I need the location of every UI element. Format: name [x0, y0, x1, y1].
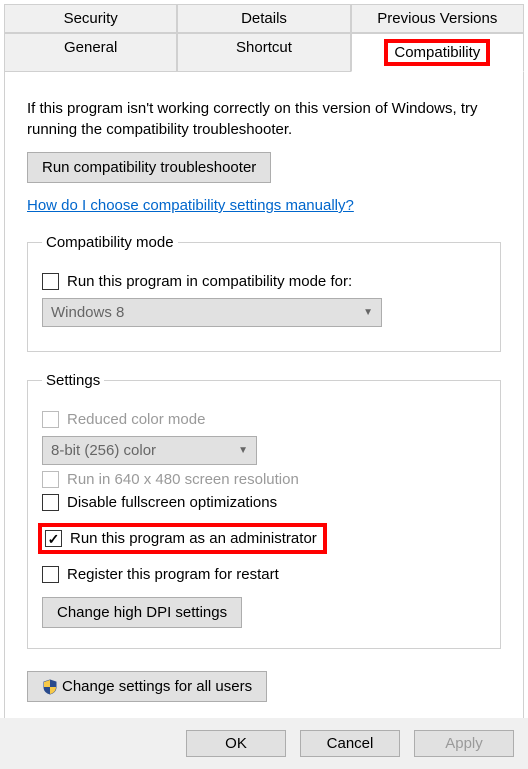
checkbox-run-as-admin[interactable] — [45, 530, 62, 547]
chevron-down-icon: ▼ — [238, 445, 248, 456]
shield-icon — [42, 679, 58, 695]
label-compat-mode: Run this program in compatibility mode f… — [67, 273, 352, 290]
tab-security[interactable]: Security — [4, 4, 177, 33]
tab-compatibility-highlight: Compatibility — [384, 39, 490, 66]
group-compatibility-mode: Compatibility mode Run this program in c… — [27, 234, 501, 352]
group-settings: Settings Reduced color mode 8-bit (256) … — [27, 372, 501, 649]
tab-strip: Security Details Previous Versions Gener… — [0, 0, 528, 72]
checkbox-register-restart[interactable] — [42, 566, 59, 583]
label-register-restart: Register this program for restart — [67, 566, 279, 583]
tab-details[interactable]: Details — [177, 4, 350, 33]
run-troubleshooter-button[interactable]: Run compatibility troubleshooter — [27, 152, 271, 183]
intro-text: If this program isn't working correctly … — [27, 98, 501, 140]
tab-shortcut[interactable]: Shortcut — [177, 33, 350, 72]
tab-previous-versions[interactable]: Previous Versions — [351, 4, 524, 33]
checkbox-disable-fullscreen[interactable] — [42, 494, 59, 511]
change-dpi-button[interactable]: Change high DPI settings — [42, 597, 242, 628]
checkbox-compat-mode[interactable] — [42, 273, 59, 290]
label-disable-fullscreen: Disable fullscreen optimizations — [67, 494, 277, 511]
label-run-as-admin: Run this program as an administrator — [70, 530, 317, 547]
apply-button[interactable]: Apply — [414, 730, 514, 757]
change-all-users-button[interactable]: Change settings for all users — [27, 671, 267, 702]
label-run-640: Run in 640 x 480 screen resolution — [67, 471, 299, 488]
chevron-down-icon: ▼ — [363, 307, 373, 318]
cancel-button[interactable]: Cancel — [300, 730, 400, 757]
dialog-button-bar: OK Cancel Apply — [0, 718, 528, 769]
checkbox-reduced-color — [42, 411, 59, 428]
tab-panel-compatibility: If this program isn't working correctly … — [4, 72, 524, 754]
tab-general[interactable]: General — [4, 33, 177, 72]
legend-compatibility-mode: Compatibility mode — [42, 234, 178, 251]
select-compat-os[interactable]: Windows 8 ▼ — [42, 298, 382, 327]
checkbox-run-640 — [42, 471, 59, 488]
select-color-mode: 8-bit (256) color ▼ — [42, 436, 257, 465]
legend-settings: Settings — [42, 372, 104, 389]
label-reduced-color: Reduced color mode — [67, 411, 205, 428]
highlight-run-as-admin: Run this program as an administrator — [38, 523, 327, 554]
tab-compatibility[interactable]: Compatibility — [351, 33, 524, 72]
ok-button[interactable]: OK — [186, 730, 286, 757]
help-link[interactable]: How do I choose compatibility settings m… — [27, 197, 354, 214]
